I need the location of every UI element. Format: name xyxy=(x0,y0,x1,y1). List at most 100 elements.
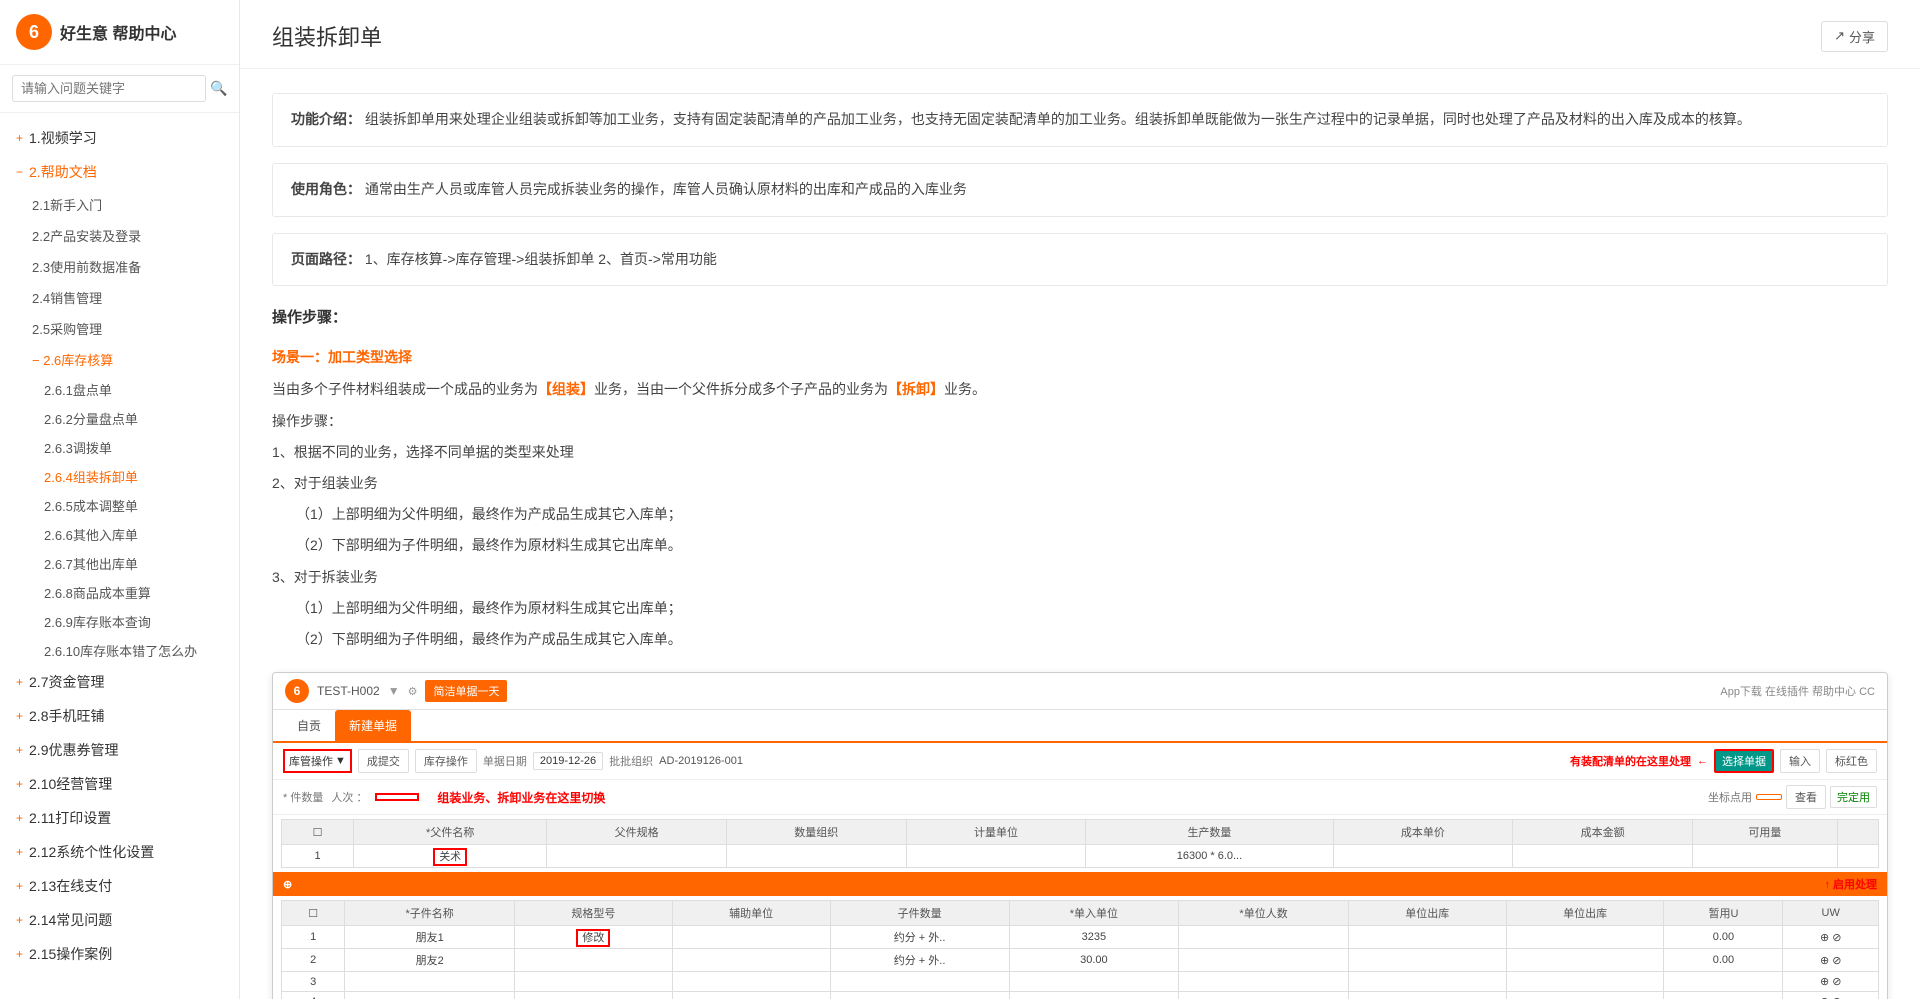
mock-search-btn[interactable]: 查看 xyxy=(1786,785,1826,809)
plus-icon-29: + xyxy=(16,743,23,757)
sidebar-subitem-265[interactable]: 2.6.5成本调整单 xyxy=(0,491,239,520)
app-logo: 6 xyxy=(16,14,52,50)
sidebar-item-213[interactable]: + 2.13在线支付 xyxy=(0,869,239,903)
sidebar-sub-item-22[interactable]: 2.2产品安装及登录 xyxy=(0,220,239,251)
mock-logo: 6 xyxy=(285,679,309,703)
search-input[interactable] xyxy=(12,75,206,102)
page-title: 组装拆卸单 xyxy=(272,20,382,52)
sidebar-item-211[interactable]: + 2.11打印设置 xyxy=(0,801,239,835)
main-content: 组装拆卸单 ↗ 分享 功能介绍： 组装拆卸单用来处理企业组装或拆卸等加工业务，支… xyxy=(240,0,1920,999)
mock-type-row: * 件数量 人次 ： 组装业务、拆卸业务在这里切换 坐标点用 查看 完定用 xyxy=(273,780,1887,815)
minus-icon: − xyxy=(16,165,23,179)
sidebar-subitem-268[interactable]: 2.6.8商品成本重算 xyxy=(0,578,239,607)
table-row: 2 朋友2 约分 + 外.. 30.00 0.00 ⊕ ⊘ xyxy=(282,949,1879,972)
sidebar-sub-item-25[interactable]: 2.5采购管理 xyxy=(0,313,239,344)
sidebar-sub-item-26[interactable]: − 2.6库存核算 xyxy=(0,344,239,375)
table-row: 4⊕ ⊘ xyxy=(282,992,1879,999)
share-label: 分享 xyxy=(1849,27,1875,46)
sidebar-subitem-262[interactable]: 2.6.2分量盘点单 xyxy=(0,404,239,433)
step3-sub2: （2）下部明细为子件明细，最终作为产成品生成其它入库单。 xyxy=(296,627,1888,652)
ops-heading: 操作步骤： xyxy=(272,306,1888,327)
col-prod-qty: 生产数量 xyxy=(1086,820,1333,845)
plus-icon-211: + xyxy=(16,811,23,825)
scene1-desc: 当由多个子件材料组装成一个成品的业务为【组装】业务，当由一个父件拆分成多个子产品… xyxy=(272,377,1888,402)
sidebar-label-video: 1.视频学习 xyxy=(29,128,97,148)
plus-icon-27: + xyxy=(16,675,23,689)
sidebar-item-28[interactable]: + 2.8手机旺铺 xyxy=(0,699,239,733)
mock-middle-bar: ⊕ ↑ 启用处理 xyxy=(273,872,1887,896)
mock-confirm-btn[interactable]: 完定用 xyxy=(1830,786,1877,808)
sidebar-item-27[interactable]: + 2.7资金管理 xyxy=(0,665,239,699)
plus-icon-213: + xyxy=(16,879,23,893)
sidebar-label-docs: 2.帮助文档 xyxy=(29,162,97,182)
col-parent-name: *父件名称 xyxy=(354,820,547,845)
mock-topbar-btn[interactable]: 简洁单据一天 xyxy=(425,680,507,702)
sidebar-item-212[interactable]: + 2.12系统个性化设置 xyxy=(0,835,239,869)
mock-topbar: 6 TEST-H002 ▼ ⚙ 简洁单据一天 App下载 在线插件 帮助中心 C… xyxy=(273,673,1887,710)
mock-bottom-table: ☐ *子件名称 规格型号 辅助单位 子件数量 *单入单位 *单位人数 单位出库 … xyxy=(281,900,1879,999)
plus-icon-210: + xyxy=(16,777,23,791)
mock-input-field2[interactable] xyxy=(1756,794,1782,800)
nav-tree: + 1.视频学习 − 2.帮助文档 2.1新手入门 2.2产品安装及登录 2.3… xyxy=(0,113,239,999)
sidebar-item-214[interactable]: + 2.14常见问题 xyxy=(0,903,239,937)
annotation-text2: 组装业务、拆卸业务在这里切换 xyxy=(437,789,605,806)
path-text: 1、库存核算->库存管理->组装拆卸单 2、首页->常用功能 xyxy=(365,251,717,267)
sidebar-subitem-261[interactable]: 2.6.1盘点单 xyxy=(0,375,239,404)
path-label: 页面路径： xyxy=(291,251,361,267)
plus-icon-28: + xyxy=(16,709,23,723)
sidebar-subitem-264[interactable]: 2.6.4组装拆卸单 xyxy=(0,462,239,491)
mock-nav-icons: App下载 在线插件 帮助中心 CC xyxy=(1720,683,1875,699)
sidebar-sub-item-24[interactable]: 2.4销售管理 xyxy=(0,282,239,313)
search-button[interactable]: 🔍 xyxy=(210,80,227,97)
mock-tab-zg[interactable]: 自贡 xyxy=(283,710,335,741)
table-row: 1 朋友1 修改 约分 + 外.. 3235 0.00 ⊕ ⊘ xyxy=(282,926,1879,949)
share-button[interactable]: ↗ 分享 xyxy=(1821,21,1888,52)
mock-parent-name-cell: 关术 xyxy=(433,848,467,866)
mock-btn-submit[interactable]: 成提交 xyxy=(358,749,409,773)
col-qty-org: 数量组织 xyxy=(726,820,906,845)
mock-form-toolbar: 库管操作 ▼ 成提交 库存操作 单据日期 2019-12-26 批批组织 AD-… xyxy=(273,743,1887,780)
sidebar-item-215[interactable]: + 2.15操作案例 xyxy=(0,937,239,971)
sidebar-sub-item-21[interactable]: 2.1新手入门 xyxy=(0,189,239,220)
sidebar-subitem-263[interactable]: 2.6.3调拨单 xyxy=(0,433,239,462)
mock-bill-btn[interactable]: 选择单据 xyxy=(1714,749,1774,773)
col-parent-spec: 父件规格 xyxy=(547,820,727,845)
sidebar-item-docs[interactable]: − 2.帮助文档 xyxy=(0,155,239,189)
scene1-heading: 场景一：加工类型选择 xyxy=(272,347,1888,367)
mock-date-field[interactable]: 2019-12-26 xyxy=(533,752,603,770)
screenshot-mockup: 6 TEST-H002 ▼ ⚙ 简洁单据一天 App下载 在线插件 帮助中心 C… xyxy=(272,672,1888,999)
sidebar-subitem-267[interactable]: 2.6.7其他出库单 xyxy=(0,549,239,578)
mock-btn2[interactable]: 输入 xyxy=(1780,749,1820,773)
step1: 1、根据不同的业务，选择不同单据的类型来处理 xyxy=(272,440,1888,465)
step3: 3、对于拆装业务 xyxy=(272,565,1888,590)
step2-sub2: （2）下部明细为子件明细，最终作为原材料生成其它出库单。 xyxy=(296,533,1888,558)
mock-type-dropdown[interactable]: 库管操作 ▼ xyxy=(283,749,352,773)
mock-tabs: 自贡 新建单据 xyxy=(273,710,1887,743)
share-icon: ↗ xyxy=(1834,28,1845,44)
col-checkbox: ☐ xyxy=(282,820,354,845)
table-row: 1 关术 16300 * 6.0... xyxy=(282,845,1879,868)
step2: 2、对于组装业务 xyxy=(272,471,1888,496)
sidebar-subitem-266[interactable]: 2.6.6其他入库单 xyxy=(0,520,239,549)
search-box: 🔍 xyxy=(0,65,239,113)
mock-bottom-table-area: ☐ *子件名称 规格型号 辅助单位 子件数量 *单入单位 *单位人数 单位出库 … xyxy=(273,896,1887,999)
mock-top-table-area: ☐ *父件名称 父件规格 数量组织 计量单位 生产数量 成本单价 成本金额 可用… xyxy=(273,815,1887,872)
plus-icon: + xyxy=(16,131,23,145)
sidebar-item-29[interactable]: + 2.9优惠券管理 xyxy=(0,733,239,767)
step3-sub1: （1）上部明细为父件明细，最终作为原材料生成其它出库单； xyxy=(296,596,1888,621)
intro-label: 功能介绍： xyxy=(291,111,361,127)
sidebar-subitem-269[interactable]: 2.6.9库存账本查询 xyxy=(0,607,239,636)
col-cost-amt: 成本金额 xyxy=(1513,820,1693,845)
sidebar-item-video[interactable]: + 1.视频学习 xyxy=(0,121,239,155)
sidebar-sub-item-23[interactable]: 2.3使用前数据准备 xyxy=(0,251,239,282)
mock-tab-new[interactable]: 新建单据 xyxy=(335,710,411,741)
intro-text: 组装拆卸单用来处理企业组装或拆卸等加工业务，支持有固定装配清单的产品加工业务，也… xyxy=(365,111,1751,127)
mock-top-table: ☐ *父件名称 父件规格 数量组织 计量单位 生产数量 成本单价 成本金额 可用… xyxy=(281,819,1879,868)
mock-btn3[interactable]: 标红色 xyxy=(1826,749,1877,773)
mock-topbar-id: TEST-H002 xyxy=(317,684,380,698)
col-cost-price: 成本单价 xyxy=(1333,820,1513,845)
sidebar-subitem-2610[interactable]: 2.6.10库存账本错了怎么办 xyxy=(0,636,239,665)
mock-count-field[interactable] xyxy=(375,793,419,801)
mock-btn-stock[interactable]: 库存操作 xyxy=(415,749,477,773)
sidebar-item-210[interactable]: + 2.10经营管理 xyxy=(0,767,239,801)
